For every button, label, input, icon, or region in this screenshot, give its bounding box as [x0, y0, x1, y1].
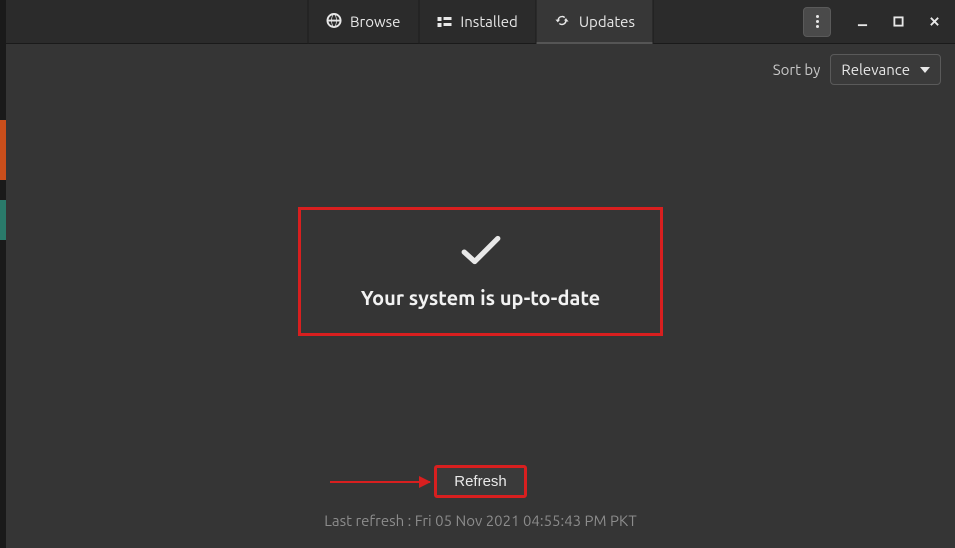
menu-button[interactable]: [803, 7, 831, 37]
content-area: Your system is up-to-date Refresh Last r…: [6, 89, 955, 548]
refresh-icon: [555, 13, 570, 31]
maximize-button[interactable]: [883, 7, 913, 37]
sort-value: Relevance: [841, 61, 910, 78]
tab-updates[interactable]: Updates: [537, 0, 654, 44]
refresh-button[interactable]: Refresh: [434, 465, 527, 498]
tab-installed-label: Installed: [460, 13, 517, 30]
sort-label: Sort by: [773, 61, 821, 78]
annotation-arrow: [330, 481, 430, 483]
status-box: Your system is up-to-date: [298, 207, 663, 336]
sort-bar: Sort by Relevance: [6, 44, 955, 89]
software-window: Browse Installed Updates: [6, 0, 955, 548]
minimize-button[interactable]: [847, 7, 877, 37]
tab-bar: Browse Installed Updates: [307, 0, 654, 44]
sort-dropdown[interactable]: Relevance: [830, 54, 941, 85]
globe-icon: [326, 13, 341, 31]
check-icon: [460, 232, 502, 272]
chevron-down-icon: [920, 61, 930, 78]
titlebar: Browse Installed Updates: [6, 0, 955, 44]
list-icon: [437, 17, 451, 27]
window-controls: [803, 7, 949, 37]
status-message: Your system is up-to-date: [361, 286, 600, 309]
tab-browse[interactable]: Browse: [307, 0, 419, 44]
tab-browse-label: Browse: [350, 13, 400, 30]
last-refresh-text: Last refresh : Fri 05 Nov 2021 04:55:43 …: [324, 512, 636, 529]
tab-updates-label: Updates: [579, 13, 635, 30]
tab-installed[interactable]: Installed: [419, 0, 536, 44]
close-button[interactable]: [919, 7, 949, 37]
refresh-area: Refresh Last refresh : Fri 05 Nov 2021 0…: [6, 465, 955, 529]
refresh-row: Refresh: [434, 465, 527, 498]
